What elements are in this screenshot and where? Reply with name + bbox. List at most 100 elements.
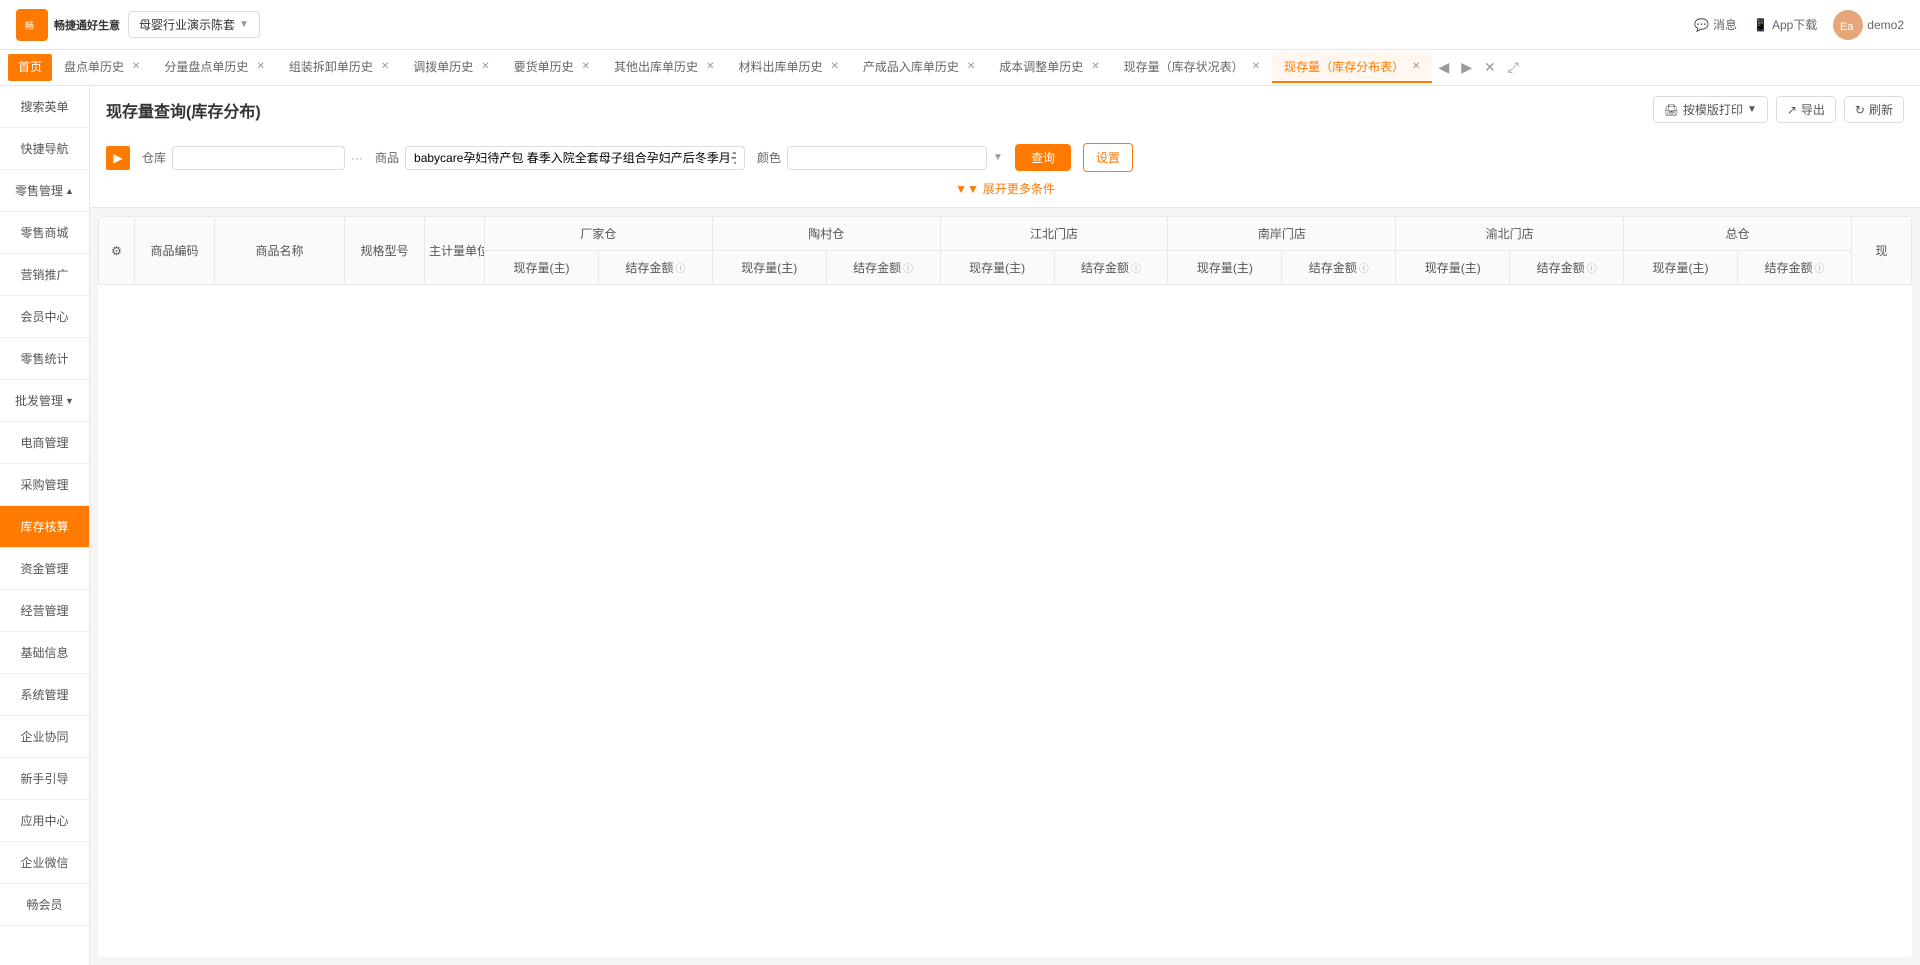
tab-close-11[interactable]: ✕ [1412,61,1420,72]
warehouse-label: 仓库 [142,149,166,166]
sidebar-purchase-label: 采购管理 [20,478,68,492]
sidebar-item-finance[interactable]: 资金管理 [0,548,89,590]
th-yubei-amt: 结存金额ⓘ [1510,251,1624,285]
tab-expand-btn[interactable]: ⤢ [1502,59,1525,76]
tab-7[interactable]: 材料出库单历史 ✕ [726,52,850,83]
sidebar-retail-mgmt-label: 零售管理 [15,182,63,199]
product-input[interactable] [405,146,745,170]
avatar: Ea [1833,10,1863,40]
sidebar-item-nav[interactable]: 快捷导航 [0,128,89,170]
th-yubei-group: 渝北门店 [1396,217,1624,251]
message-button[interactable]: 💬 消息 [1694,16,1737,33]
search-button[interactable]: 查询 [1015,144,1071,171]
export-button[interactable]: ↗ 导出 [1776,96,1836,123]
tab-close-8[interactable]: ✕ [967,61,975,72]
page-title: 现存量查询(库存分布) [106,98,261,132]
tab-label-2: 分量盘点单历史 [164,58,248,75]
tab-close-9[interactable]: ✕ [1091,61,1099,72]
layout: 搜索英单 快捷导航 零售管理 ▲ 零售商城 营销推广 会员中心 零售统计 批发管… [0,86,1920,965]
tab-4[interactable]: 调拨单历史 ✕ [401,52,501,83]
sidebar-item-purchase[interactable]: 采购管理 [0,464,89,506]
refresh-button[interactable]: ↻ 刷新 [1844,96,1904,123]
tab-2[interactable]: 分量盘点单历史 ✕ [152,52,276,83]
sidebar-item-membership[interactable]: 畅会员 [0,884,89,926]
sidebar-item-system[interactable]: 系统管理 [0,674,89,716]
filter-area: ▶ 仓库 ··· 商品 颜色 ▼ 查询 设置 ▼▼ [90,133,1920,208]
sidebar-apps-label: 应用中心 [20,814,68,828]
tab-close-4[interactable]: ✕ [481,61,489,72]
expand-icon: ▼▼ [955,182,979,196]
th-yubei-qty: 现存量(主) [1396,251,1510,285]
tab-close-3[interactable]: ✕ [381,61,389,72]
color-input[interactable] [787,146,987,170]
setting-button[interactable]: 设置 [1083,143,1133,172]
tab-close-6[interactable]: ✕ [706,61,714,72]
tab-11[interactable]: 现存量（库存分布表） ✕ [1272,52,1432,83]
tab-label-3: 组装拆卸单历史 [289,58,373,75]
tab-label-5: 要货单历史 [514,58,574,75]
app-download-button[interactable]: 📱 App下载 [1753,16,1817,33]
filter-row: ▶ 仓库 ··· 商品 颜色 ▼ 查询 设置 [106,143,1904,172]
sidebar-item-retail-stats[interactable]: 零售统计 [0,338,89,380]
sidebar-item-inventory[interactable]: 库存核算 [0,506,89,548]
data-table: ⚙ 商品编码 商品名称 规格型号 主计量单位 厂家仓 陶村仓 江北门店 南岸门店… [98,216,1912,285]
sidebar-item-retail-mgmt[interactable]: 零售管理 ▲ [0,170,89,212]
tab-label-8: 产成品入库单历史 [863,58,959,75]
warehouse-input[interactable] [172,146,345,170]
tab-1[interactable]: 盘点单历史 ✕ [52,52,152,83]
th-settings[interactable]: ⚙ [99,217,135,285]
sidebar-item-operations[interactable]: 经营管理 [0,590,89,632]
sidebar-basic-info-label: 基础信息 [20,646,68,660]
tab-close-2[interactable]: ✕ [256,61,264,72]
user-info[interactable]: Ea demo2 [1833,10,1904,40]
tab-home[interactable]: 首页 [8,54,52,81]
sidebar-operations-label: 经营管理 [20,604,68,618]
tab-prev-btn[interactable]: ◀ [1432,59,1455,76]
sidebar-item-basic-info[interactable]: 基础信息 [0,632,89,674]
tab-10[interactable]: 现存量（库存状况表） ✕ [1112,52,1272,83]
tab-6[interactable]: 其他出库单历史 ✕ [602,52,726,83]
refresh-icon: ↻ [1855,103,1865,117]
store-selector[interactable]: 母婴行业演示陈套 ▼ [128,11,260,38]
expand-more-btn[interactable]: ▼▼ 展开更多条件 [106,180,1904,197]
sidebar-item-members[interactable]: 会员中心 [0,296,89,338]
filter-toggle-btn[interactable]: ▶ [106,146,130,170]
logo-text: 畅捷通好生意 [54,17,120,33]
tab-5[interactable]: 要货单历史 ✕ [502,52,602,83]
sidebar-item-wechat[interactable]: 企业微信 [0,842,89,884]
product-label: 商品 [375,149,399,166]
tab-next-btn[interactable]: ▶ [1455,59,1478,76]
tab-close-all-btn[interactable]: ✕ [1478,59,1502,76]
tab-close-1[interactable]: ✕ [132,61,140,72]
tab-3[interactable]: 组装拆卸单历史 ✕ [277,52,401,83]
tab-close-10[interactable]: ✕ [1252,61,1260,72]
sidebar-nav-label: 快捷导航 [20,142,68,156]
sidebar-wholesale-label: 批发管理 [15,392,63,409]
sidebar-item-guide[interactable]: 新手引导 [0,758,89,800]
table-area: ⚙ 商品编码 商品名称 规格型号 主计量单位 厂家仓 陶村仓 江北门店 南岸门店… [98,216,1912,957]
sidebar-item-wholesale[interactable]: 批发管理 ▼ [0,380,89,422]
sidebar-item-enterprise[interactable]: 企业协同 [0,716,89,758]
warehouse-filter: 仓库 ··· [142,146,363,170]
th-zongcang-group: 总仓 [1624,217,1852,251]
color-dropdown-icon[interactable]: ▼ [993,152,1003,163]
th-now: 现 [1852,217,1912,285]
tab-8[interactable]: 产成品入库单历史 ✕ [851,52,987,83]
chevron-down-icon: ▼ [239,19,249,30]
sidebar-item-search[interactable]: 搜索英单 [0,86,89,128]
top-bar-right: 💬 消息 📱 App下载 Ea demo2 [1694,10,1904,40]
sidebar-item-retail-mall[interactable]: 零售商城 [0,212,89,254]
th-zongcang-amt: 结存金额ⓘ [1737,251,1851,285]
tab-label-11: 现存量（库存分布表） [1284,58,1404,75]
sidebar-retail-mall-label: 零售商城 [20,226,68,240]
sidebar-item-apps[interactable]: 应用中心 [0,800,89,842]
tab-9[interactable]: 成本调整单历史 ✕ [987,52,1111,83]
sidebar-item-marketing[interactable]: 营销推广 [0,254,89,296]
print-button[interactable]: 🖨 按模版打印 ▼ [1653,96,1768,123]
sidebar-item-ecommerce[interactable]: 电商管理 [0,422,89,464]
sidebar-retail-stats-label: 零售统计 [20,352,68,366]
tab-label-7: 材料出库单历史 [738,58,822,75]
warehouse-more-icon[interactable]: ··· [351,151,363,165]
tab-close-7[interactable]: ✕ [830,61,838,72]
tab-close-5[interactable]: ✕ [582,61,590,72]
